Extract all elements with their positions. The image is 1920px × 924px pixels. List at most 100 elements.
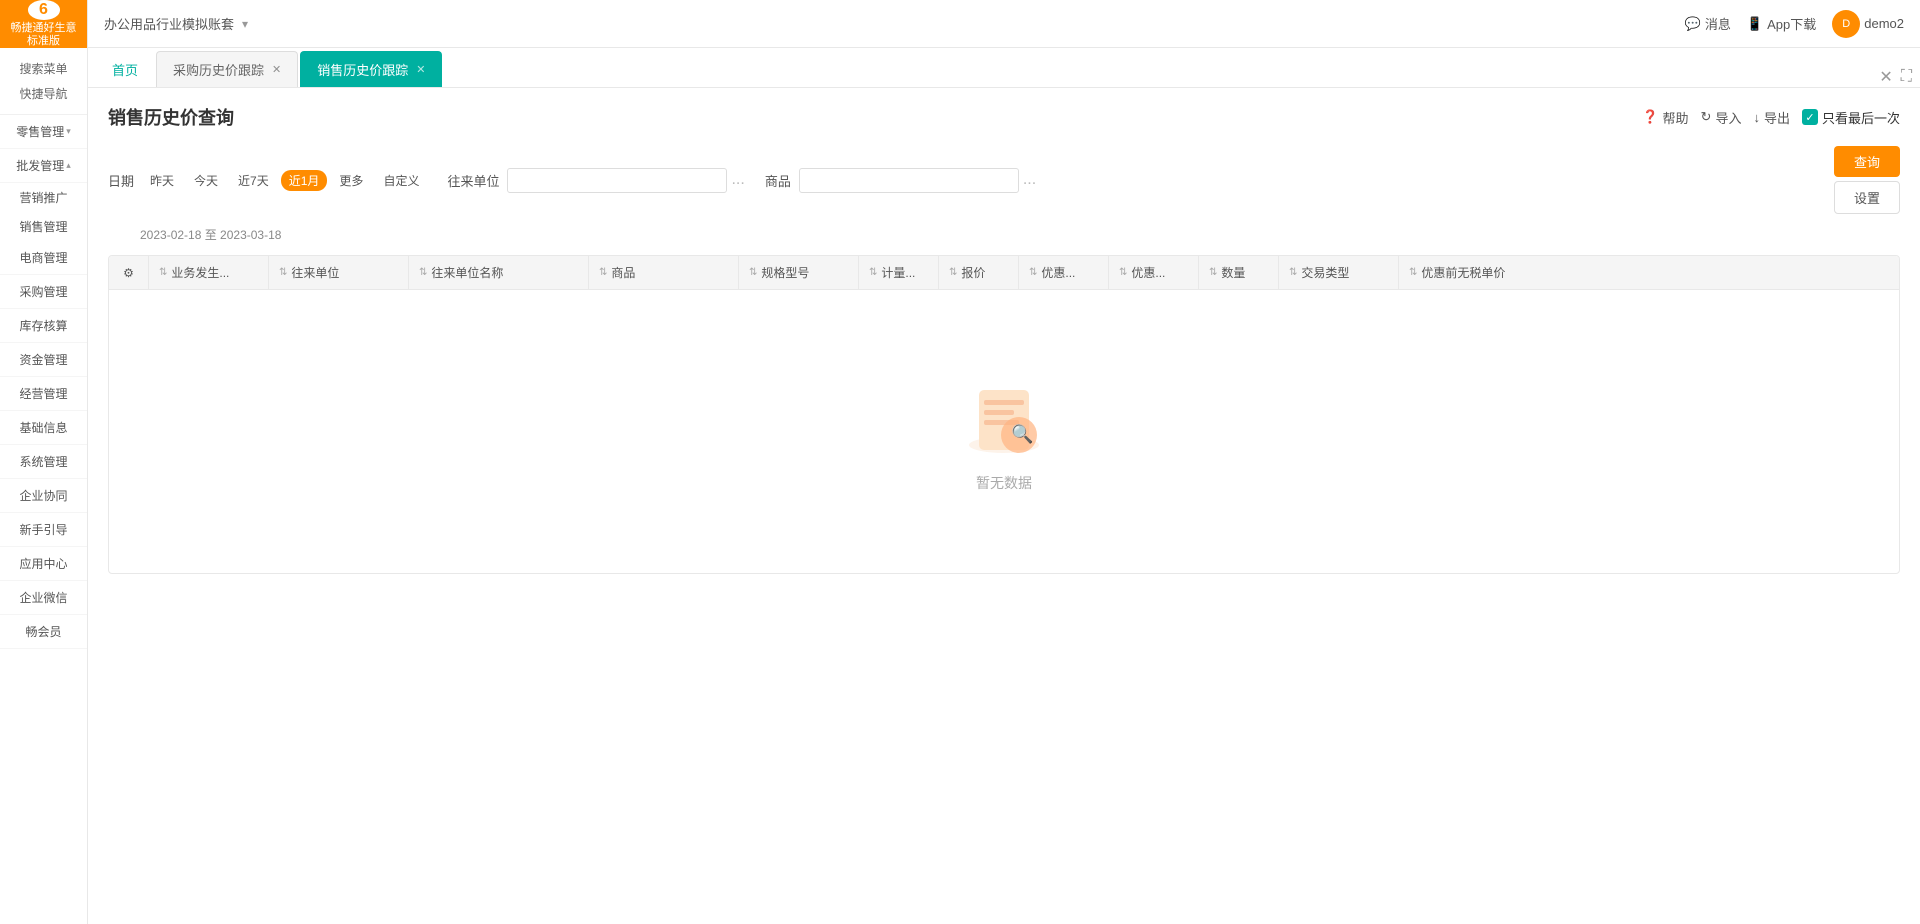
user-menu[interactable]: D demo2 (1832, 10, 1904, 38)
product-input-group: ... (799, 168, 1036, 193)
th-unit-code[interactable]: ⇅ 往来单位 (269, 256, 409, 289)
sort-icon-unit-code: ⇅ (279, 267, 287, 278)
tabbar: 首页 采购历史价跟踪 ✕ 销售历史价跟踪 ✕ ✕ ⛶ (88, 48, 1920, 88)
sidebar-item-member[interactable]: 畅会员 (0, 615, 87, 649)
empty-state: 🔍 暂无数据 (109, 290, 1899, 573)
th-discount1[interactable]: ⇅ 优惠... (1019, 256, 1109, 289)
date-opt-today[interactable]: 今天 (186, 170, 226, 191)
svg-text:🔍: 🔍 (1011, 422, 1033, 444)
message-button[interactable]: 💬 消息 (1685, 14, 1731, 33)
main-area: 办公用品行业模拟账套 ▾ 💬 消息 📱 App下载 D demo2 首页 采购历… (88, 0, 1920, 924)
only-last-checkbox-icon[interactable]: ✓ (1802, 109, 1818, 125)
sidebar-item-basics[interactable]: 基础信息 (0, 411, 87, 445)
maximize-button[interactable]: ⛶ (1901, 68, 1912, 86)
date-opt-custom[interactable]: 自定义 (375, 170, 427, 191)
product-filter-group: 商品 ... (765, 168, 1036, 193)
settings-button[interactable]: 设置 (1834, 181, 1900, 214)
tab-sales-close-icon[interactable]: ✕ (416, 63, 425, 76)
tab-purchase-history[interactable]: 采购历史价跟踪 ✕ (156, 51, 298, 87)
partner-input[interactable] (507, 168, 727, 193)
th-spec[interactable]: ⇅ 规格型号 (739, 256, 859, 289)
sidebar-item-sales[interactable]: 销售管理 (0, 212, 87, 241)
sort-icon-product: ⇅ (599, 267, 607, 278)
product-filter-label: 商品 (765, 171, 791, 190)
sort-icon-no-tax: ⇅ (1409, 267, 1417, 278)
sort-icon-price: ⇅ (949, 267, 957, 278)
sidebar-item-system[interactable]: 系统管理 (0, 445, 87, 479)
page-header: 销售历史价查询 ❓ 帮助 ↻ 导入 ↓ 导出 ✓ (108, 104, 1900, 130)
sidebar-item-ecommerce[interactable]: 电商管理 (0, 241, 87, 275)
sidebar-item-wechat[interactable]: 企业微信 (0, 581, 87, 615)
sort-icon-discount1: ⇅ (1029, 267, 1037, 278)
tab-sales-history[interactable]: 销售历史价跟踪 ✕ (300, 51, 442, 87)
page-title: 销售历史价查询 (108, 104, 234, 130)
th-product[interactable]: ⇅ 商品 (589, 256, 739, 289)
th-date[interactable]: ⇅ 业务发生... (149, 256, 269, 289)
partner-filter-group: 往来单位 ... (447, 168, 744, 193)
download-icon: 📱 (1747, 16, 1763, 32)
sidebar-item-wholesale[interactable]: 批发管理▴ (0, 149, 87, 183)
empty-text: 暂无数据 (976, 473, 1032, 493)
sort-icon-date: ⇅ (159, 267, 167, 278)
topbar-dropdown-icon[interactable]: ▾ (242, 17, 248, 31)
sidebar-item-operations[interactable]: 经营管理 (0, 377, 87, 411)
th-price[interactable]: ⇅ 报价 (939, 256, 1019, 289)
th-unit[interactable]: ⇅ 计量... (859, 256, 939, 289)
date-opt-1month[interactable]: 近1月 (281, 170, 328, 191)
sidebar-item-apps[interactable]: 应用中心 (0, 547, 87, 581)
message-icon: 💬 (1685, 16, 1701, 32)
sidebar: 6 畅捷通好生意 标准版 搜索菜单 快捷导航 零售管理▾ 批发管理▴ 营销推广 … (0, 0, 88, 924)
sort-icon-unit-name: ⇅ (419, 267, 427, 278)
close-tab-button[interactable]: ✕ (1879, 67, 1892, 87)
th-qty[interactable]: ⇅ 数量 (1199, 256, 1279, 289)
partner-filter-label: 往来单位 (447, 171, 499, 190)
action-buttons: 查询 设置 (1834, 146, 1900, 214)
app-download-button[interactable]: 📱 App下载 (1747, 14, 1816, 33)
topbar-left: 办公用品行业模拟账套 ▾ (104, 14, 248, 33)
import-icon: ↻ (1701, 109, 1712, 125)
sidebar-item-guide[interactable]: 新手引导 (0, 513, 87, 547)
import-button[interactable]: ↻ 导入 (1701, 108, 1742, 127)
gear-icon: ⚙ (123, 266, 134, 280)
help-button[interactable]: ❓ 帮助 (1642, 108, 1688, 127)
sort-icon-qty: ⇅ (1209, 267, 1217, 278)
th-gear[interactable]: ⚙ (109, 256, 149, 289)
query-button[interactable]: 查询 (1834, 146, 1900, 177)
tab-purchase-close-icon[interactable]: ✕ (272, 63, 281, 76)
th-trade-type[interactable]: ⇅ 交易类型 (1279, 256, 1399, 289)
app-logo: 6 畅捷通好生意 标准版 (0, 0, 87, 48)
table-header: ⚙ ⇅ 业务发生... ⇅ 往来单位 ⇅ 往来单位名称 (109, 256, 1899, 290)
th-no-tax[interactable]: ⇅ 优惠前无税单价 (1399, 256, 1899, 289)
export-icon: ↓ (1753, 110, 1760, 125)
help-icon: ❓ (1642, 109, 1658, 125)
sort-icon-discount2: ⇅ (1119, 267, 1127, 278)
sidebar-item-finance[interactable]: 资金管理 (0, 343, 87, 377)
date-opt-more[interactable]: 更多 (331, 170, 371, 191)
tab-home[interactable]: 首页 (96, 51, 154, 87)
export-button[interactable]: ↓ 导出 (1753, 108, 1790, 127)
date-opt-yesterday[interactable]: 昨天 (142, 170, 182, 191)
sort-icon-trade-type: ⇅ (1289, 267, 1297, 278)
sidebar-item-purchase[interactable]: 采购管理 (0, 275, 87, 309)
sidebar-item-marketing[interactable]: 营销推广 (0, 183, 87, 212)
shortcut-nav-item[interactable]: 快捷导航 (6, 81, 81, 106)
sidebar-item-retail[interactable]: 零售管理▾ (0, 115, 87, 149)
th-unit-name[interactable]: ⇅ 往来单位名称 (409, 256, 589, 289)
data-table: ⚙ ⇅ 业务发生... ⇅ 往来单位 ⇅ 往来单位名称 (108, 255, 1900, 574)
topbar: 办公用品行业模拟账套 ▾ 💬 消息 📱 App下载 D demo2 (88, 0, 1920, 48)
sort-icon-spec: ⇅ (749, 267, 757, 278)
tabbar-actions: ✕ ⛶ (1879, 67, 1912, 87)
only-last-toggle[interactable]: ✓ 只看最后一次 (1802, 108, 1900, 127)
product-input[interactable] (799, 168, 1019, 193)
product-input-dots[interactable]: ... (1023, 171, 1036, 189)
date-filter-group: 日期 昨天 今天 近7天 近1月 更多 自定义 (108, 170, 427, 191)
app-name: 畅捷通好生意 标准版 (11, 22, 77, 48)
search-menu-item[interactable]: 搜索菜单 (6, 56, 81, 81)
th-discount2[interactable]: ⇅ 优惠... (1109, 256, 1199, 289)
empty-icon: 🔍 (954, 370, 1054, 473)
filter-row: 日期 昨天 今天 近7天 近1月 更多 自定义 往来单位 ... (108, 146, 1900, 214)
partner-input-dots[interactable]: ... (731, 171, 744, 189)
sidebar-item-enterprise[interactable]: 企业协同 (0, 479, 87, 513)
sidebar-item-inventory[interactable]: 库存核算 (0, 309, 87, 343)
date-opt-7days[interactable]: 近7天 (230, 170, 277, 191)
